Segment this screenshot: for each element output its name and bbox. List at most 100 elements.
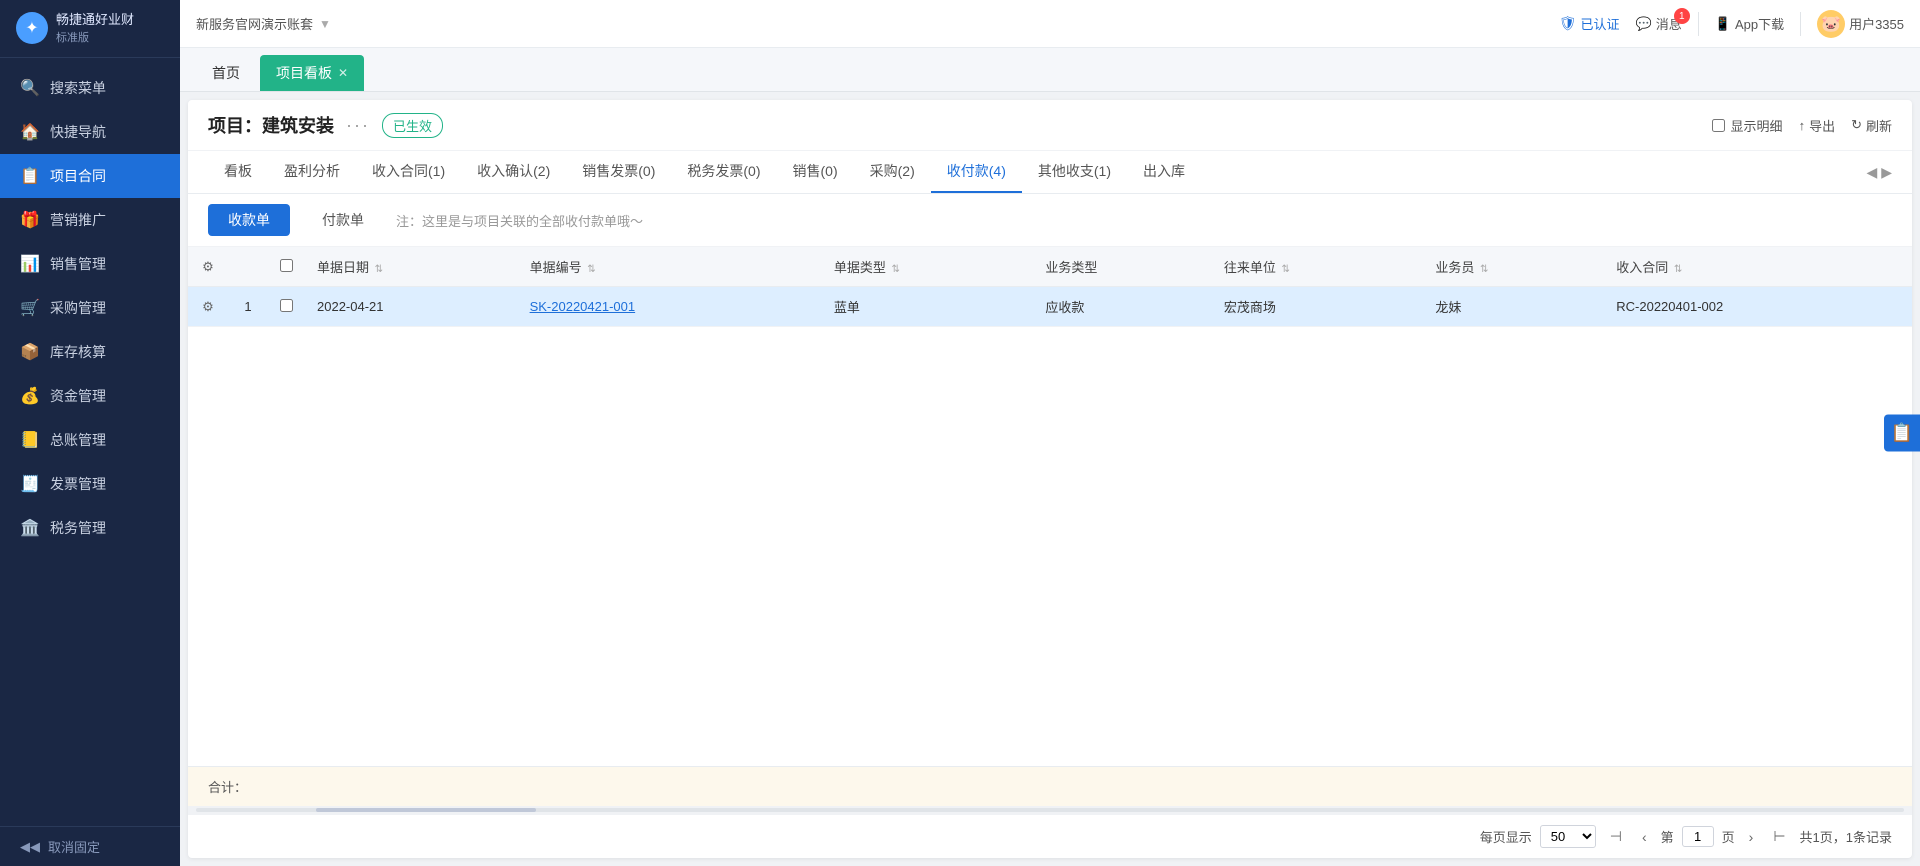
quick-nav-icon: 🏠 (20, 122, 40, 142)
inventory-mgmt-icon: 📦 (20, 342, 40, 362)
unpin-icon: ◀◀ (20, 839, 40, 855)
tab-close-icon[interactable]: ✕ (338, 66, 348, 80)
receipt-filter-btn[interactable]: 收款单 (208, 204, 290, 236)
col-number[interactable]: 单据编号 ⇅ (518, 247, 822, 287)
user-avatar: 🐷 (1817, 10, 1845, 38)
sidebar-item-search[interactable]: 🔍搜索菜单 (0, 66, 180, 110)
topbar-divider (1698, 12, 1699, 36)
row-partner: 宏茂商场 (1212, 287, 1423, 327)
app-download-btn[interactable]: 📱 App下载 (1715, 14, 1784, 33)
row-number[interactable]: SK-20220421-001 (518, 287, 822, 327)
row-income-contract: RC-20220401-002 (1604, 287, 1912, 327)
sidebar-item-ledger-mgmt[interactable]: 📒总账管理 (0, 418, 180, 462)
page-number-input[interactable] (1682, 826, 1714, 847)
show-detail-label: 显示明细 (1731, 116, 1783, 135)
tab-project-board[interactable]: 项目看板 ✕ (260, 55, 364, 91)
subnav-next-icon[interactable]: ▶ (1881, 164, 1892, 181)
page-first-btn[interactable]: ⊣ (1604, 826, 1628, 847)
tax-mgmt-icon: 🏛️ (20, 518, 40, 538)
app-logo-text: 畅捷通好业财 标准版 (56, 12, 134, 45)
payment-filter-btn[interactable]: 付款单 (302, 204, 384, 236)
row-type: 蓝单 (822, 287, 1033, 327)
project-status-badge: 已生效 (382, 113, 443, 138)
sidebar-item-marketing[interactable]: 🎁营销推广 (0, 198, 180, 242)
subnav-prev-icon[interactable]: ◀ (1866, 164, 1877, 181)
sidebar-item-invoice-mgmt[interactable]: 🧾发票管理 (0, 462, 180, 506)
col-income-contract[interactable]: 收入合同 ⇅ (1604, 247, 1912, 287)
subnav-inventory[interactable]: 出入库 (1127, 151, 1201, 193)
main-content: 新服务官网演示账套 ▼ 🛡 已认证 💬 消息 1 📱 App下载 🐷 用户335… (180, 0, 1920, 866)
show-detail-checkbox[interactable]: 显示明细 (1712, 116, 1783, 135)
filter-bar: 收款单 付款单 注：这里是与项目关联的全部收付款单哦～ (188, 194, 1912, 247)
col-partner[interactable]: 往来单位 ⇅ (1212, 247, 1423, 287)
table-footer: 合计： (188, 766, 1912, 806)
per-page-select[interactable]: 50 100 200 (1540, 825, 1596, 848)
topbar-divider2 (1800, 12, 1801, 36)
page-last-btn[interactable]: ⊢ (1767, 826, 1791, 847)
project-header: 项目：建筑安装 ··· 已生效 显示明细 ↑ 导出 ↻ 刷新 (188, 100, 1912, 151)
message-btn[interactable]: 💬 消息 1 (1636, 14, 1682, 33)
app-edition: 标准版 (56, 29, 134, 45)
sidebar-item-label: 项目合同 (50, 166, 106, 186)
account-dropdown-icon: ▼ (319, 17, 331, 31)
topbar-right: 💬 消息 1 📱 App下载 🐷 用户3355 (1636, 10, 1904, 38)
float-action-btn[interactable]: 📋 (1884, 415, 1920, 452)
filter-note: 注：这里是与项目关联的全部收付款单哦～ (396, 211, 643, 230)
subnav-other-expenses[interactable]: 其他收支(1) (1022, 151, 1127, 193)
account-selector[interactable]: 新服务官网演示账套 ▼ (196, 14, 1543, 33)
subnav-receipt[interactable]: 收付款(4) (931, 151, 1022, 193)
refresh-icon: ↻ (1851, 117, 1862, 133)
marketing-icon: 🎁 (20, 210, 40, 230)
purchase-mgmt-icon: 🛒 (20, 298, 40, 318)
project-label: 项目：建筑安装 (208, 112, 334, 138)
subnav-profit[interactable]: 盈利分析 (268, 151, 356, 193)
sidebar-item-quick-nav[interactable]: 🏠 快捷导航 (0, 110, 180, 154)
scroll-thumb[interactable] (316, 808, 536, 812)
page-suffix: 页 (1722, 827, 1735, 846)
project-contract-icon: 📋 (20, 166, 40, 186)
account-name: 新服务官网演示账套 (196, 14, 313, 33)
page-prev-btn[interactable]: ‹ (1636, 827, 1653, 847)
col-salesperson[interactable]: 业务员 ⇅ (1423, 247, 1604, 287)
page-next-btn[interactable]: › (1743, 827, 1760, 847)
select-all-checkbox[interactable] (280, 259, 293, 272)
sidebar-item-purchase-mgmt[interactable]: 🛒采购管理 (0, 286, 180, 330)
shield-icon: 🛡 (1559, 15, 1577, 32)
export-btn[interactable]: ↑ 导出 (1799, 116, 1836, 135)
subnav-purchase[interactable]: 采购(2) (854, 151, 931, 193)
row-checkbox[interactable] (268, 287, 305, 327)
sidebar-nav: 🔍搜索菜单 🏠 快捷导航 📋 项目合同 🎁营销推广📊销售管理🛒采购管理📦库存核算 💰 资金管理… (0, 58, 180, 826)
row-date: 2022-04-21 (305, 287, 518, 327)
table-row[interactable]: ⚙ 1 2022-04-21 SK-20220421-001 蓝单 应收款 宏茂… (188, 287, 1912, 327)
sidebar-item-label: 快捷导航 (50, 122, 106, 142)
col-type[interactable]: 单据类型 ⇅ (822, 247, 1033, 287)
capital-mgmt-icon: 💰 (20, 386, 40, 406)
user-menu-btn[interactable]: 🐷 用户3355 (1817, 10, 1904, 38)
sidebar-item-sales-mgmt[interactable]: 📊销售管理 (0, 242, 180, 286)
sidebar-item-label: 资金管理 (50, 386, 106, 406)
sidebar-item-capital-mgmt[interactable]: 💰 资金管理 (0, 374, 180, 418)
total-label: 合计： (208, 780, 247, 795)
subnav-income-confirm[interactable]: 收入确认(2) (461, 151, 566, 193)
sidebar-item-inventory-mgmt[interactable]: 📦库存核算 (0, 330, 180, 374)
sidebar-item-tax-mgmt[interactable]: 🏛️税务管理 (0, 506, 180, 550)
subnav-sales-invoice[interactable]: 销售发票(0) (566, 151, 671, 193)
tab-home[interactable]: 首页 (196, 55, 256, 91)
sales-mgmt-icon: 📊 (20, 254, 40, 274)
project-more-btn[interactable]: ··· (346, 115, 370, 136)
subnav-sales[interactable]: 销售(0) (777, 151, 854, 193)
table-wrap: ⚙ 单据日期 ⇅ 单据编号 ⇅ 单据类型 ⇅ 业务类型 往来单位 ⇅ 业务员 ⇅… (188, 247, 1912, 766)
invoice-mgmt-icon: 🧾 (20, 474, 40, 494)
col-date[interactable]: 单据日期 ⇅ (305, 247, 518, 287)
refresh-btn[interactable]: ↻ 刷新 (1851, 116, 1892, 135)
subnav-income-contract[interactable]: 收入合同(1) (356, 151, 461, 193)
show-detail-input[interactable] (1712, 119, 1725, 132)
subnav-kanban[interactable]: 看板 (208, 151, 268, 193)
sidebar-item-project-contract[interactable]: 📋 项目合同 (0, 154, 180, 198)
subnav-tax-invoice[interactable]: 税务发票(0) (671, 151, 776, 193)
sidebar-unpin[interactable]: ◀◀ 取消固定 (0, 826, 180, 866)
message-icon: 💬 (1636, 16, 1652, 32)
col-settings[interactable]: ⚙ (188, 247, 228, 287)
row-gear[interactable]: ⚙ (188, 287, 228, 327)
row-biz-type: 应收款 (1033, 287, 1212, 327)
